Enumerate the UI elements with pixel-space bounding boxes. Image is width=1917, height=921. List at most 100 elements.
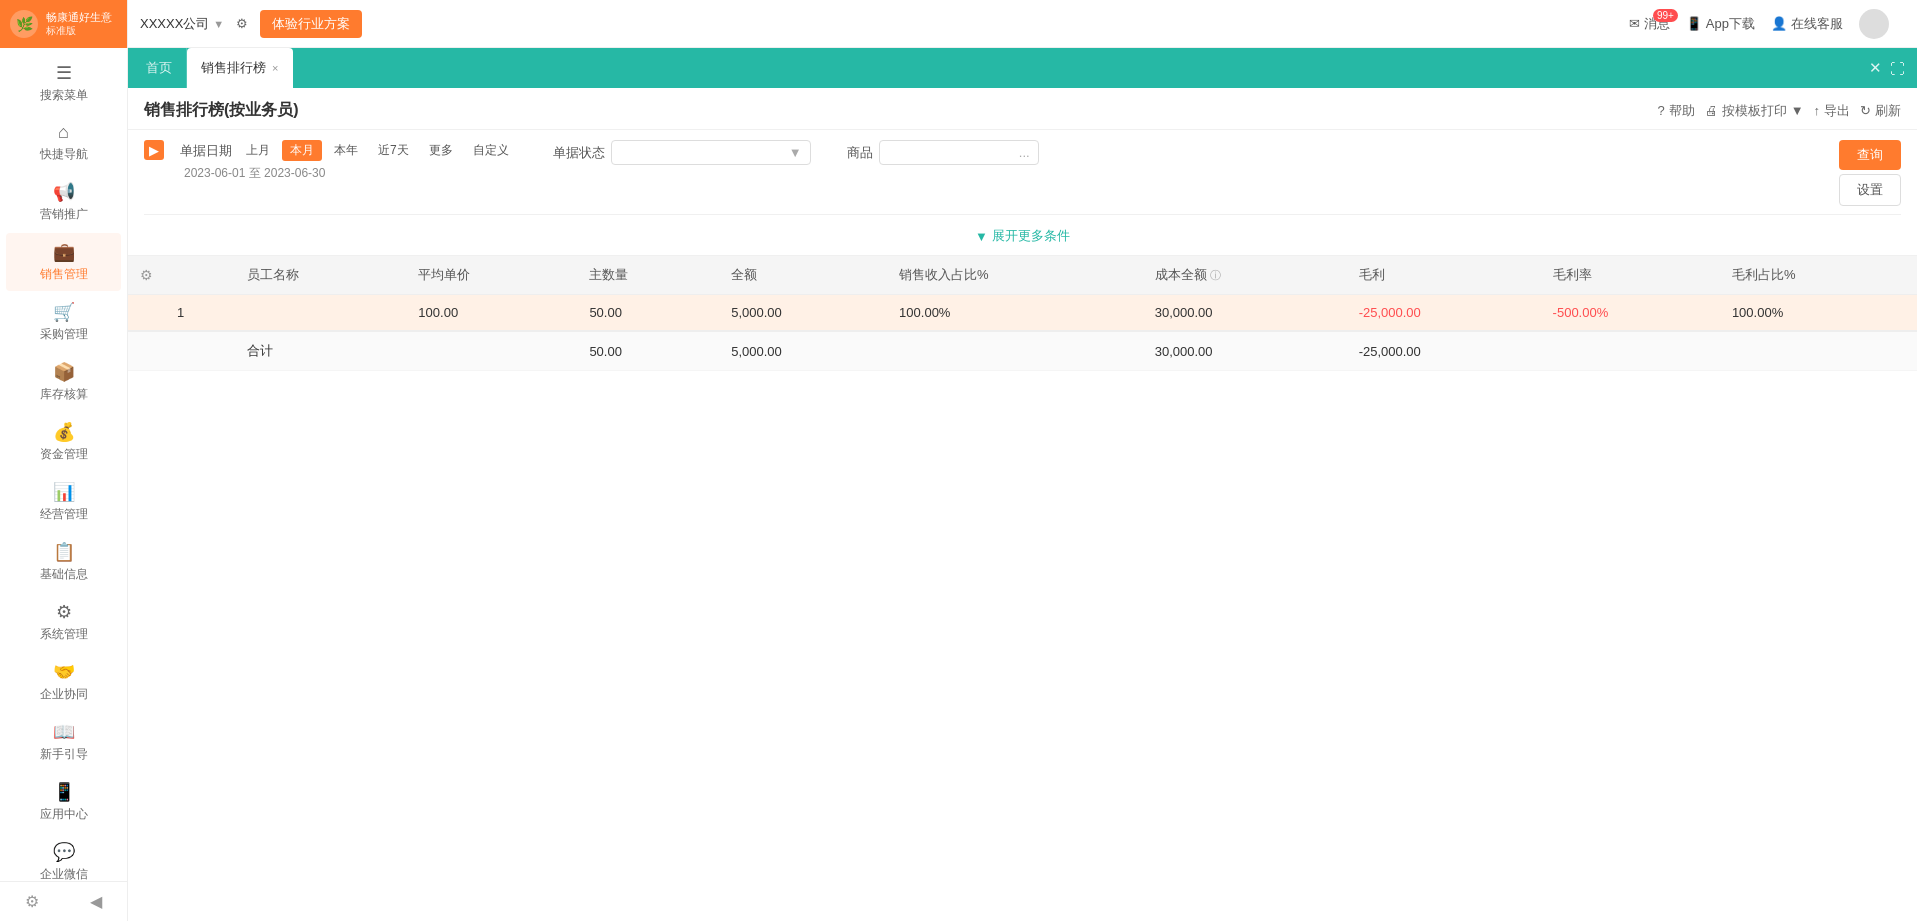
page-title: 销售排行榜(按业务员) [144, 100, 299, 121]
table-header-row: ⚙ 员工名称 平均单价 主数量 全额 销售收入占比% 成本全额 ⓘ 毛利 毛利率… [128, 256, 1917, 295]
filter-collapse-btn[interactable]: ▶ [144, 140, 164, 160]
refresh-icon: ↻ [1860, 103, 1871, 118]
sidebar-item-label: 企业协同 [40, 686, 88, 703]
date-tab-custom[interactable]: 自定义 [465, 140, 517, 161]
wechat-icon: 💬 [53, 841, 75, 863]
online-service-btn[interactable]: 👤 在线客服 [1771, 15, 1843, 33]
date-filter-row: 单据日期 上月 本月 本年 近7天 更多 自定义 [180, 140, 517, 161]
status-select[interactable]: ▼ [611, 140, 811, 165]
sidebar-item-collab[interactable]: 🤝 企业协同 [6, 653, 121, 711]
footer-profit-pct-empty [1720, 331, 1917, 371]
tab-close-icon[interactable]: × [272, 62, 278, 74]
td-profit: -25,000.00 [1347, 295, 1541, 332]
query-btn[interactable]: 查询 [1839, 140, 1901, 170]
goods-input[interactable]: ... [879, 140, 1039, 165]
sidebar-item-wechat[interactable]: 💬 企业微信 [6, 833, 121, 881]
svg-text:🌿: 🌿 [16, 16, 34, 33]
help-icon: ? [1657, 103, 1664, 118]
sidebar-item-label: 资金管理 [40, 446, 88, 463]
date-label: 单据日期 [180, 142, 232, 160]
help-btn[interactable]: ? 帮助 [1657, 102, 1694, 120]
print-btn[interactable]: 🖨 按模板打印 ▼ [1705, 102, 1804, 120]
table-row: 1 100.00 50.00 5,000.00 100.00% 30,000.0… [128, 295, 1917, 332]
sidebar-item-sales[interactable]: 💼 销售管理 [6, 233, 121, 291]
company-selector[interactable]: XXXXX公司 ▼ [140, 15, 224, 33]
sidebar-item-label: 新手引导 [40, 746, 88, 763]
filter-area: ▶ 单据日期 上月 本月 本年 近7天 更多 自定义 [128, 130, 1917, 256]
date-tab-last-month[interactable]: 上月 [238, 140, 278, 161]
date-tab-this-month[interactable]: 本月 [282, 140, 322, 161]
page-header: 销售排行榜(按业务员) ? 帮助 🖨 按模板打印 ▼ ↑ 导出 [128, 88, 1917, 130]
settings-footer-btn[interactable]: ⚙ [25, 892, 39, 911]
company-name: XXXXX公司 [140, 15, 209, 33]
purchase-icon: 🛒 [53, 301, 75, 323]
td-settings [128, 295, 165, 332]
column-settings-icon[interactable]: ⚙ [140, 267, 153, 283]
apps-icon: 📱 [53, 781, 75, 803]
footer-sales-pct-empty [887, 331, 1143, 371]
sidebar: 🌿 畅康通好生意 标准版 ☰ 搜索菜单 ⌂ 快捷导航 📢 营销推广 💼 销售管理… [0, 0, 128, 921]
date-tab-last-7[interactable]: 近7天 [370, 140, 417, 161]
sidebar-item-inventory[interactable]: 📦 库存核算 [6, 353, 121, 411]
tab-close-window-btn[interactable]: ✕ [1869, 59, 1882, 77]
sidebar-item-label: 营销推广 [40, 206, 88, 223]
app-download-btn[interactable]: 📱 App下载 [1686, 15, 1755, 33]
th-profit-rate: 毛利率 [1541, 256, 1720, 295]
sidebar-item-label: 企业微信 [40, 866, 88, 881]
status-label: 单据状态 [553, 144, 605, 162]
sidebar-item-basics[interactable]: 📋 基础信息 [6, 533, 121, 591]
date-tab-this-year[interactable]: 本年 [326, 140, 366, 161]
footer-profit: -25,000.00 [1347, 331, 1541, 371]
app-download-label: App下载 [1706, 15, 1755, 33]
th-cost: 成本全额 ⓘ [1143, 256, 1347, 295]
refresh-btn[interactable]: ↻ 刷新 [1860, 102, 1901, 120]
page-container: 销售排行榜(按业务员) ? 帮助 🖨 按模板打印 ▼ ↑ 导出 [128, 88, 1917, 921]
footer-qty: 50.00 [577, 331, 719, 371]
topbar-settings-icon[interactable]: ⚙ [236, 16, 248, 31]
expand-more-btn[interactable]: ▼ 展开更多条件 [975, 227, 1070, 245]
topbar-right: ✉ 消息 99+ 📱 App下载 👤 在线客服 [1629, 9, 1905, 39]
collapse-sidebar-btn[interactable]: ◀ [90, 892, 102, 911]
export-btn[interactable]: ↑ 导出 [1814, 102, 1851, 120]
home-icon: ⌂ [58, 122, 69, 143]
footer-amount: 5,000.00 [719, 331, 887, 371]
sidebar-item-search[interactable]: ☰ 搜索菜单 [6, 54, 121, 112]
message-btn[interactable]: ✉ 消息 99+ [1629, 15, 1670, 33]
table-area: ⚙ 员工名称 平均单价 主数量 全额 销售收入占比% 成本全额 ⓘ 毛利 毛利率… [128, 256, 1917, 921]
sidebar-item-finance[interactable]: 💰 资金管理 [6, 413, 121, 471]
th-employee-name: 员工名称 [235, 256, 406, 295]
trial-btn[interactable]: 体验行业方案 [260, 10, 362, 38]
goods-label: 商品 [847, 144, 873, 162]
tab-restore-btn[interactable]: ⛶ [1890, 60, 1905, 77]
search-menu-icon: ☰ [56, 62, 72, 84]
sidebar-item-apps[interactable]: 📱 应用中心 [6, 773, 121, 831]
date-tab-more[interactable]: 更多 [421, 140, 461, 161]
tab-home[interactable]: 首页 [132, 48, 187, 88]
service-label: 在线客服 [1791, 15, 1843, 33]
tab-sales-ranking[interactable]: 销售排行榜 × [187, 48, 293, 88]
inventory-icon: 📦 [53, 361, 75, 383]
sidebar-item-system[interactable]: ⚙ 系统管理 [6, 593, 121, 651]
date-filter-group: 单据日期 上月 本月 本年 近7天 更多 自定义 2023-06-01 至 20… [180, 140, 517, 182]
sidebar-item-label: 系统管理 [40, 626, 88, 643]
goods-more-icon: ... [1019, 145, 1030, 160]
th-profit: 毛利 [1347, 256, 1541, 295]
sidebar-item-purchase[interactable]: 🛒 采购管理 [6, 293, 121, 351]
th-rank [165, 256, 235, 295]
user-avatar[interactable] [1859, 9, 1889, 39]
sidebar-item-marketing[interactable]: 📢 营销推广 [6, 173, 121, 231]
expand-more-row: ▼ 展开更多条件 [144, 214, 1901, 245]
set-btn[interactable]: 设置 [1839, 174, 1901, 206]
sidebar-item-guide[interactable]: 📖 新手引导 [6, 713, 121, 771]
sidebar-item-nav[interactable]: ⌂ 快捷导航 [6, 114, 121, 171]
collab-icon: 🤝 [53, 661, 75, 683]
service-icon: 👤 [1771, 16, 1787, 31]
guide-icon: 📖 [53, 721, 75, 743]
filter-row-1: ▶ 单据日期 上月 本月 本年 近7天 更多 自定义 [144, 140, 1901, 206]
tabbar: 首页 销售排行榜 × ✕ ⛶ [128, 48, 1917, 88]
date-range-text: 2023-06-01 至 2023-06-30 [184, 165, 517, 182]
sidebar-item-label: 销售管理 [40, 266, 88, 283]
expand-chevron-icon: ▼ [975, 229, 988, 244]
sidebar-item-operations[interactable]: 📊 经营管理 [6, 473, 121, 531]
sidebar-item-label: 基础信息 [40, 566, 88, 583]
